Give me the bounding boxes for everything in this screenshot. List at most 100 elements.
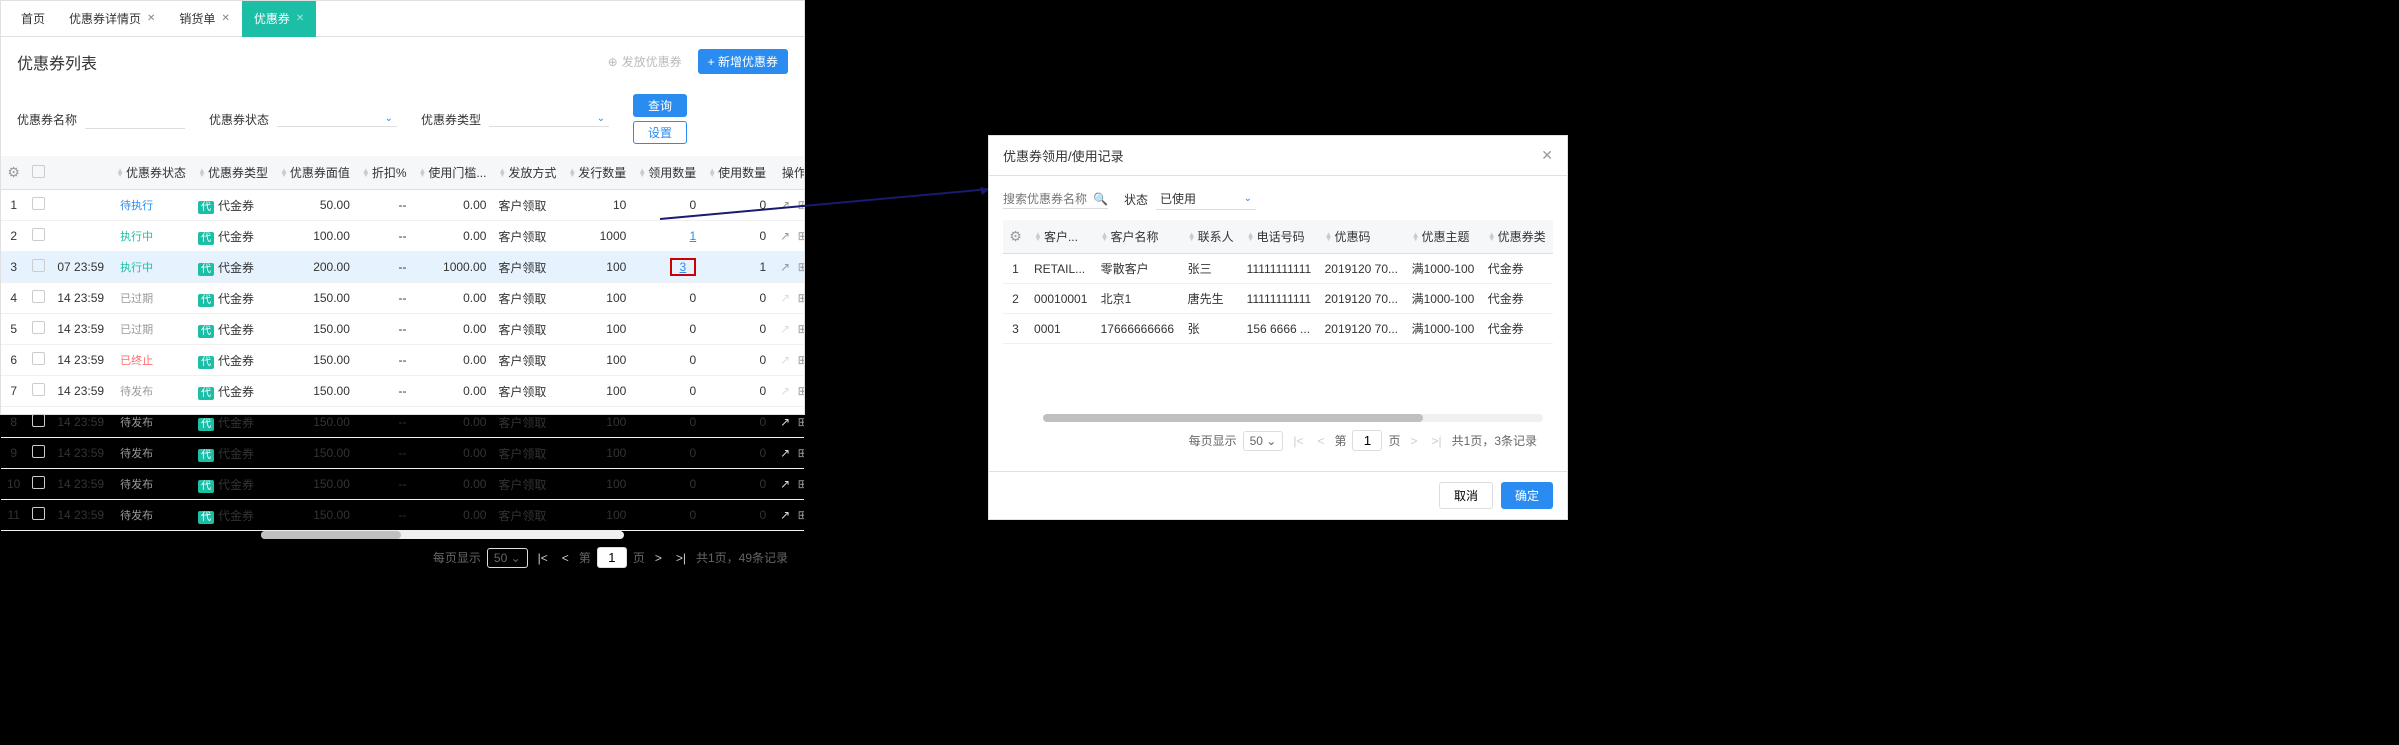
row-checkbox[interactable]: [32, 228, 45, 241]
tab-sales-order[interactable]: 销货单✕: [167, 1, 241, 37]
share-icon[interactable]: ↗: [780, 260, 790, 274]
qr-icon[interactable]: ⊞: [798, 198, 804, 212]
gear-icon[interactable]: ⚙: [7, 164, 20, 180]
row-checkbox[interactable]: [32, 259, 45, 272]
claimed-count-link[interactable]: 3: [680, 260, 687, 274]
sort-icon[interactable]: ▲▼: [198, 169, 206, 177]
filter-type-select[interactable]: ⌄: [489, 111, 609, 127]
row-checkbox[interactable]: [32, 383, 45, 396]
cancel-button[interactable]: 取消: [1439, 482, 1493, 509]
table-row[interactable]: 8 14 23:59 待发布 代代金券 150.00 -- 0.00 客户领取 …: [1, 407, 804, 438]
sort-icon[interactable]: ▲▼: [498, 169, 506, 177]
table-row[interactable]: 2 00010001 北京1 唐先生 11111111111 2019120 7…: [1003, 284, 1553, 314]
prev-page-button[interactable]: <: [558, 551, 573, 565]
close-icon[interactable]: ✕: [147, 13, 155, 24]
sort-icon[interactable]: ▲▼: [280, 169, 288, 177]
type-badge: 代: [198, 232, 214, 245]
tab-home[interactable]: 首页: [9, 1, 57, 37]
share-icon: ↗: [780, 415, 790, 429]
sort-icon[interactable]: ▲▼: [708, 169, 716, 177]
qr-icon[interactable]: ⊞: [798, 353, 804, 367]
sort-icon[interactable]: ▲▼: [1488, 233, 1496, 241]
page-input[interactable]: [597, 547, 627, 568]
modal-per-page-select[interactable]: 50 ⌄: [1243, 431, 1284, 451]
select-all-checkbox[interactable]: [32, 165, 45, 178]
table-row[interactable]: 1 待执行 代代金券 50.00 -- 0.00 客户领取 10 0 0 ↗ ⊞: [1, 190, 804, 221]
search-icon[interactable]: 🔍: [1093, 192, 1108, 206]
table-row[interactable]: 9 14 23:59 待发布 代代金券 150.00 -- 0.00 客户领取 …: [1, 438, 804, 469]
modal-search-input[interactable]: [1003, 192, 1093, 206]
add-coupon-button[interactable]: + 新增优惠券: [698, 49, 788, 74]
sort-icon[interactable]: ▲▼: [1325, 233, 1333, 241]
claimed-count-link[interactable]: 1: [690, 229, 697, 243]
last-page-button[interactable]: >|: [672, 551, 690, 565]
qr-icon[interactable]: ⊞: [798, 384, 804, 398]
col-method: 发放方式: [508, 166, 556, 180]
table-row[interactable]: 5 14 23:59 已过期 代代金券 150.00 -- 0.00 客户领取 …: [1, 314, 804, 345]
table-row[interactable]: 6 14 23:59 已终止 代代金券 150.00 -- 0.00 客户领取 …: [1, 345, 804, 376]
modal-page-input[interactable]: [1352, 430, 1382, 451]
table-row[interactable]: 3 07 23:59 执行中 代代金券 200.00 -- 1000.00 客户…: [1, 252, 804, 283]
horizontal-scrollbar[interactable]: [1043, 414, 1543, 422]
type-badge: 代: [198, 325, 214, 338]
row-checkbox[interactable]: [32, 507, 45, 520]
confirm-button[interactable]: 确定: [1501, 482, 1553, 509]
row-checkbox[interactable]: [32, 290, 45, 303]
row-checkbox[interactable]: [32, 352, 45, 365]
search-button[interactable]: 查询: [633, 94, 687, 117]
first-page-button[interactable]: |<: [1289, 434, 1307, 448]
qr-icon[interactable]: ⊞: [798, 291, 804, 305]
sort-icon[interactable]: ▲▼: [568, 169, 576, 177]
status-badge: 已终止: [116, 351, 157, 369]
sort-icon[interactable]: ▲▼: [1101, 233, 1109, 241]
prev-page-button[interactable]: <: [1313, 434, 1328, 448]
qr-icon[interactable]: ⊞: [798, 260, 804, 274]
qr-icon[interactable]: ⊞: [798, 477, 804, 491]
sort-icon[interactable]: ▲▼: [1247, 233, 1255, 241]
close-icon[interactable]: ✕: [296, 13, 304, 24]
qr-icon[interactable]: ⊞: [798, 415, 804, 429]
settings-button[interactable]: 设置: [633, 121, 687, 144]
per-page-select[interactable]: 50 ⌄: [487, 548, 528, 568]
sort-icon[interactable]: ▲▼: [1412, 233, 1420, 241]
table-row[interactable]: 2 执行中 代代金券 100.00 -- 0.00 客户领取 1000 1 0 …: [1, 221, 804, 252]
last-page-button[interactable]: >|: [1428, 434, 1446, 448]
gear-icon[interactable]: ⚙: [1009, 228, 1022, 244]
sort-icon[interactable]: ▲▼: [1034, 233, 1042, 241]
modal-status-select[interactable]: 已使用⌄: [1156, 188, 1256, 210]
row-checkbox[interactable]: [32, 476, 45, 489]
qr-icon[interactable]: ⊞: [798, 229, 804, 243]
row-checkbox[interactable]: [32, 445, 45, 458]
share-icon[interactable]: ↗: [780, 198, 790, 212]
table-row[interactable]: 4 14 23:59 已过期 代代金券 150.00 -- 0.00 客户领取 …: [1, 283, 804, 314]
table-row[interactable]: 3 0001 17666666666 张 156 6666 ... 201912…: [1003, 314, 1553, 344]
first-page-button[interactable]: |<: [534, 551, 552, 565]
table-row[interactable]: 11 14 23:59 待发布 代代金券 150.00 -- 0.00 客户领取…: [1, 500, 804, 531]
close-icon[interactable]: ✕: [221, 13, 229, 24]
table-row[interactable]: 10 14 23:59 待发布 代代金券 150.00 -- 0.00 客户领取…: [1, 469, 804, 500]
horizontal-scrollbar[interactable]: [261, 531, 624, 539]
filter-status-select[interactable]: ⌄: [277, 111, 397, 127]
tab-coupon[interactable]: 优惠券✕: [242, 1, 316, 37]
filter-name-input[interactable]: [85, 110, 185, 129]
sort-icon[interactable]: ▲▼: [418, 169, 426, 177]
row-checkbox[interactable]: [32, 414, 45, 427]
qr-icon[interactable]: ⊞: [798, 446, 804, 460]
row-checkbox[interactable]: [32, 197, 45, 210]
qr-icon[interactable]: ⊞: [798, 322, 804, 336]
share-icon: ↗: [780, 322, 790, 336]
qr-icon[interactable]: ⊞: [798, 508, 804, 522]
share-icon[interactable]: ↗: [780, 229, 790, 243]
sort-icon[interactable]: ▲▼: [116, 169, 124, 177]
row-checkbox[interactable]: [32, 321, 45, 334]
sort-icon[interactable]: ▲▼: [362, 169, 370, 177]
next-page-button[interactable]: >: [651, 551, 666, 565]
close-icon[interactable]: ✕: [1541, 147, 1553, 164]
tab-coupon-detail[interactable]: 优惠券详情页✕: [57, 1, 167, 37]
modal-search-box[interactable]: 🔍: [1003, 190, 1108, 209]
table-row[interactable]: 1 RETAIL... 零散客户 张三 11111111111 2019120 …: [1003, 254, 1553, 284]
next-page-button[interactable]: >: [1407, 434, 1422, 448]
sort-icon[interactable]: ▲▼: [1188, 233, 1196, 241]
table-row[interactable]: 7 14 23:59 待发布 代代金券 150.00 -- 0.00 客户领取 …: [1, 376, 804, 407]
sort-icon[interactable]: ▲▼: [638, 169, 646, 177]
